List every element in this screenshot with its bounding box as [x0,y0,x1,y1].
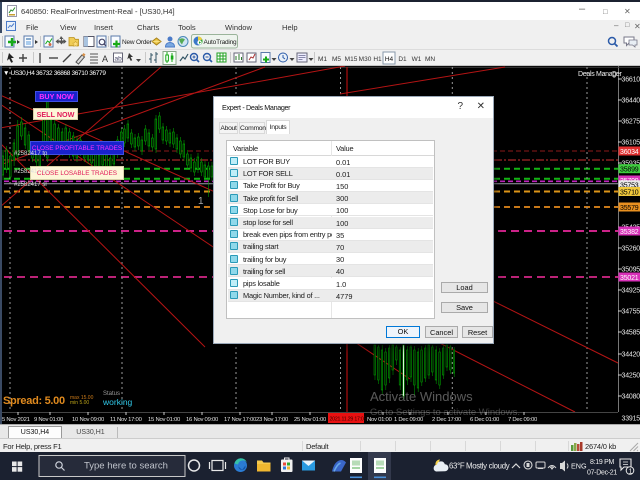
svg-text:Go to Settings to activate Win: Go to Settings to activate Windows. [370,407,520,418]
svg-text:Mostly cloudy: Mostly cloudy [466,462,510,471]
svg-text:36440: 36440 [622,98,640,105]
svg-text:AutoTrading: AutoTrading [204,39,238,46]
svg-text:ab: ab [115,56,123,63]
svg-text:36610: 36610 [622,77,640,84]
svg-text:34755: 34755 [622,309,640,316]
svg-text:11 Nov 17:00: 11 Nov 17:00 [110,417,143,423]
svg-text:63°F: 63°F [449,462,465,471]
svg-text:16 Nov 09:00: 16 Nov 09:00 [186,417,219,423]
svg-text:35899: 35899 [620,167,639,174]
svg-text:36105: 36105 [622,140,640,147]
svg-text:5 Nov 2021: 5 Nov 2021 [2,417,30,423]
svg-text:MN: MN [425,56,435,63]
svg-text:34585: 34585 [622,330,640,337]
svg-text:35095: 35095 [622,267,640,274]
svg-text:33915: 33915 [622,416,640,423]
svg-text:D1: D1 [398,56,407,63]
svg-text:36034: 36034 [620,149,639,156]
svg-text:35382: 35382 [620,229,639,236]
svg-text:35021: 35021 [620,275,639,282]
svg-text:Type here to search: Type here to search [84,461,168,472]
svg-text:15 Nov 01:00: 15 Nov 01:00 [148,417,181,423]
svg-text:Activate Windows: Activate Windows [370,389,473,404]
svg-text:07-Dec-21: 07-Dec-21 [587,470,617,477]
svg-text:17 Nov 17:00: 17 Nov 17:00 [224,417,257,423]
svg-text:36275: 36275 [622,119,640,126]
svg-text:9 Nov 01:00: 9 Nov 01:00 [34,417,64,423]
svg-text:35260: 35260 [622,246,640,253]
svg-text:W1: W1 [412,56,422,63]
svg-text:M30: M30 [359,56,372,63]
svg-text:25 Nov 01:00: 25 Nov 01:00 [294,417,327,423]
svg-text:ENG: ENG [571,462,587,471]
svg-text:23 Nov 17:00: 23 Nov 17:00 [256,417,289,423]
svg-text:H1: H1 [373,56,382,63]
svg-text:M5: M5 [332,56,341,63]
svg-text:34080: 34080 [622,394,640,401]
svg-text:New Order: New Order [122,39,153,46]
svg-text:H4: H4 [385,56,394,63]
svg-text:8:19 PM: 8:19 PM [590,459,614,466]
svg-text:34420: 34420 [622,352,640,359]
svg-text:A: A [102,54,108,64]
svg-text:2021.11.29 17:05: 2021.11.29 17:05 [330,417,367,423]
svg-text:1: 1 [629,468,633,475]
svg-text:10 Nov 09:00: 10 Nov 09:00 [72,417,105,423]
svg-text:34250: 34250 [622,373,640,380]
svg-text:35710: 35710 [620,189,639,196]
svg-text:34925: 34925 [622,288,640,295]
svg-text:M15: M15 [345,56,358,63]
svg-text:35579: 35579 [620,205,639,212]
svg-text:M1: M1 [318,56,327,63]
